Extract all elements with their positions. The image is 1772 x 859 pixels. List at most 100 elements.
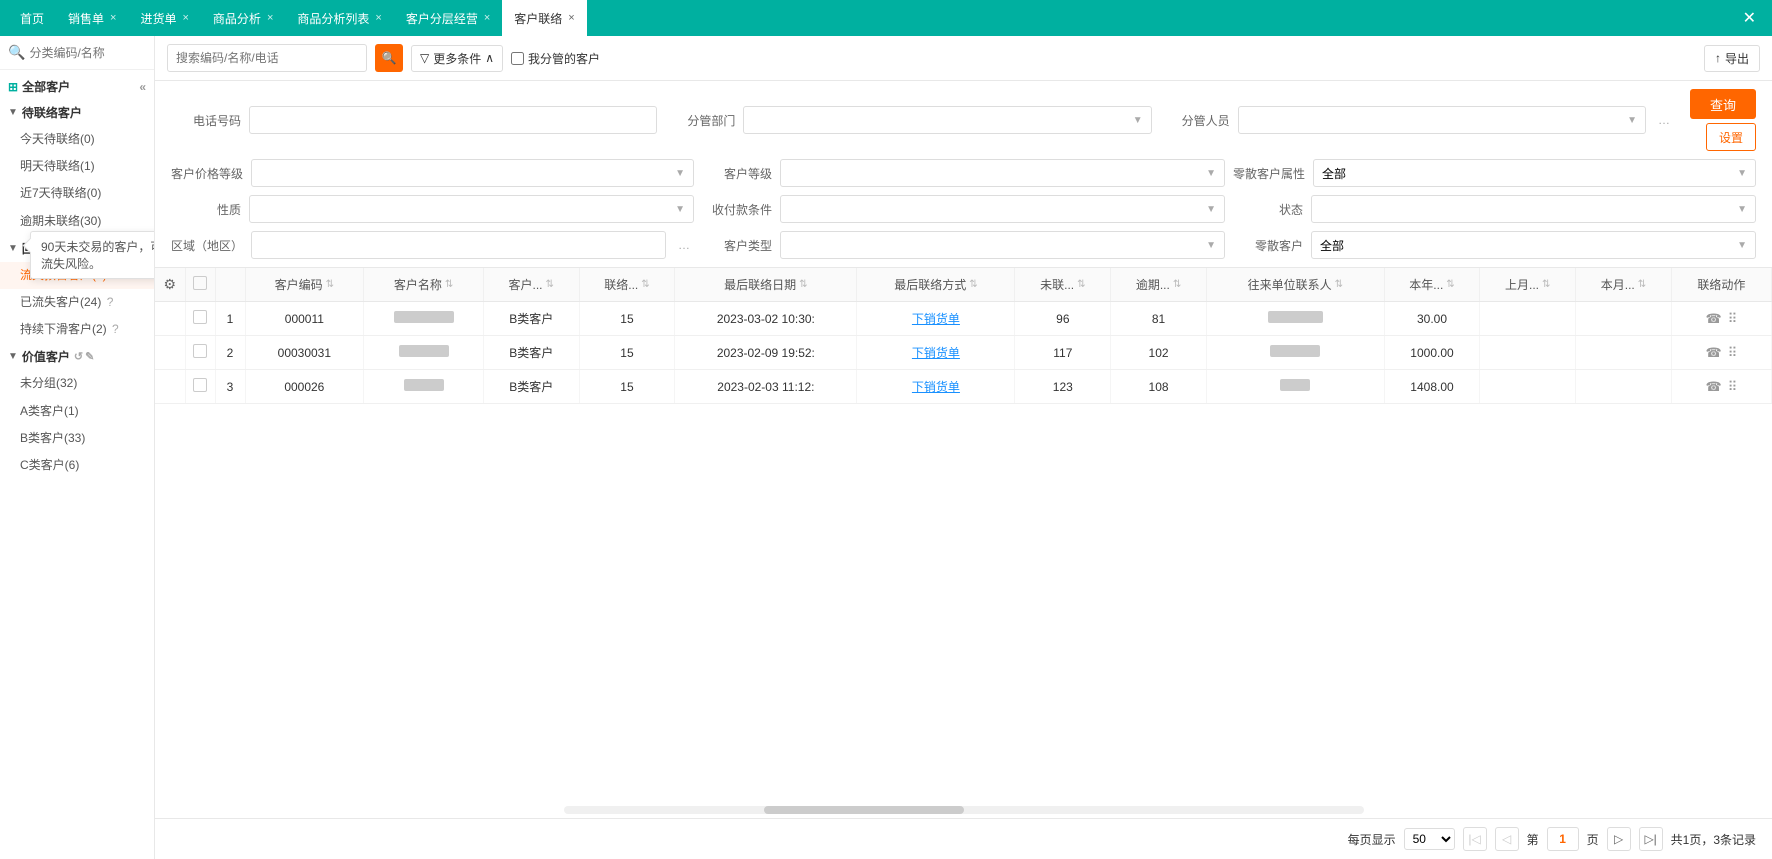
next-page-button[interactable]: ▷ — [1607, 827, 1631, 851]
th-code[interactable]: 客户编码 ⇅ — [245, 268, 364, 302]
price-level-select[interactable]: ▼ — [251, 159, 694, 187]
th-this-year[interactable]: 本年... ⇅ — [1384, 268, 1480, 302]
advanced-filter-panel: 电话号码 分管部门 ▼ 分管人员 ▼ … — [155, 81, 1772, 268]
th-not-contacted[interactable]: 未联... ⇅ — [1015, 268, 1111, 302]
main-search-button[interactable]: 🔍 — [375, 44, 403, 72]
sidebar-item-already-churned[interactable]: 已流失客户(24) ? — [0, 289, 154, 316]
row-checkbox-1[interactable] — [193, 344, 207, 358]
sidebar-collapse-button[interactable]: « — [139, 80, 146, 94]
zero-retail-select[interactable]: 全部 ▼ — [1311, 231, 1756, 259]
action-contact-icon-0[interactable]: ☎ — [1706, 311, 1722, 327]
nav-tab-purchase-close[interactable]: × — [182, 12, 188, 24]
th-overdue[interactable]: 逾期... ⇅ — [1111, 268, 1207, 302]
sidebar-item-class-b[interactable]: B类客户(33) — [0, 425, 154, 452]
nav-tab-customer-segment-close[interactable]: × — [484, 12, 490, 24]
nav-tab-product-analysis-list-close[interactable]: × — [375, 12, 381, 24]
action-contact-icon-2[interactable]: ☎ — [1706, 379, 1722, 395]
th-last-month[interactable]: 上月... ⇅ — [1480, 268, 1576, 302]
action-contact-icon-1[interactable]: ☎ — [1706, 345, 1722, 361]
refresh-icon[interactable]: ↺ — [74, 350, 83, 363]
th-unit-contacts[interactable]: 往来单位联系人 ⇅ — [1206, 268, 1384, 302]
nav-tab-product-analysis-close[interactable]: × — [267, 12, 273, 24]
export-button[interactable]: ↑ 导出 — [1704, 45, 1760, 72]
setting-button[interactable]: 设置 — [1706, 123, 1756, 151]
nav-tab-customer-contact-close[interactable]: × — [568, 12, 574, 24]
nav-tab-sales[interactable]: 销售单 × — [56, 0, 128, 36]
row-checkbox-2[interactable] — [193, 378, 207, 392]
nav-tab-product-analysis-list-label: 商品分析列表 — [297, 10, 369, 27]
nav-tab-product-analysis[interactable]: 商品分析 × — [201, 0, 285, 36]
th-checkbox — [185, 268, 215, 302]
action-more-icon-0[interactable]: ⠿ — [1728, 311, 1738, 327]
nav-tab-purchase[interactable]: 进货单 × — [128, 0, 200, 36]
main-search-input[interactable] — [167, 44, 367, 72]
horizontal-scroll-track[interactable] — [564, 806, 1364, 814]
sidebar-item-tomorrow-contact[interactable]: 明天待联络(1) — [0, 153, 154, 180]
row-checkbox-0[interactable] — [193, 310, 207, 324]
customer-level-select[interactable]: ▼ — [780, 159, 1225, 187]
th-name-sort-icon: ⇅ — [445, 279, 453, 290]
action-more-icon-1[interactable]: ⠿ — [1728, 345, 1738, 361]
th-last-contact-method-label: 最后联络方式 — [894, 276, 966, 293]
th-not-contacted-label: 未联... — [1040, 276, 1074, 293]
edit-icon[interactable]: ✎ — [85, 350, 94, 363]
manager-select[interactable]: ▼ — [1238, 106, 1646, 134]
contact-method-link-2[interactable]: 下销货单 — [912, 380, 960, 394]
gender-select[interactable]: ▼ — [249, 195, 694, 223]
nav-tab-sales-close[interactable]: × — [110, 12, 116, 24]
nav-tab-customer-contact[interactable]: 客户联络 × — [502, 0, 586, 36]
payment-terms-select[interactable]: ▼ — [780, 195, 1225, 223]
th-level[interactable]: 客户... ⇅ — [483, 268, 579, 302]
first-page-button[interactable]: |◁ — [1463, 827, 1487, 851]
contact-method-link-1[interactable]: 下销货单 — [912, 346, 960, 360]
sidebar-item-continuous-decline[interactable]: 持续下滑客户(2) ? — [0, 316, 154, 343]
th-name[interactable]: 客户名称 ⇅ — [364, 268, 484, 302]
sidebar-item-today-contact[interactable]: 今天待联络(0) — [0, 126, 154, 153]
status-select[interactable]: ▼ — [1311, 195, 1756, 223]
filter-field-customer-level: 客户等级 ▼ — [702, 159, 1225, 187]
sidebar-item-week-contact[interactable]: 近7天待联络(0) — [0, 180, 154, 207]
horizontal-scroll-thumb[interactable] — [764, 806, 964, 814]
region-select[interactable] — [251, 231, 666, 259]
my-customers-checkbox-label[interactable]: 我分管的客户 — [511, 50, 600, 67]
nav-tab-customer-segment[interactable]: 客户分层经营 × — [394, 0, 502, 36]
sidebar-item-class-a[interactable]: A类客户(1) — [0, 398, 154, 425]
zero-retail-attr-select[interactable]: 全部 ▼ — [1313, 159, 1756, 187]
sidebar-section-value-customers[interactable]: ▼ 价值客户 ↺ ✎ — [0, 343, 154, 370]
nav-tab-home[interactable]: 首页 — [8, 0, 56, 36]
header-checkbox[interactable] — [193, 276, 207, 290]
query-button[interactable]: 查询 — [1690, 89, 1756, 119]
more-conditions-button[interactable]: ▽ 更多条件 ∧ — [411, 45, 503, 72]
decline-help-icon: ? — [112, 322, 119, 336]
prev-page-button[interactable]: ◁ — [1495, 827, 1519, 851]
sidebar-search-input[interactable] — [29, 46, 155, 60]
sidebar-section-pending-contact[interactable]: ▼ 待联络客户 — [0, 99, 154, 126]
page-number-input[interactable] — [1547, 827, 1579, 851]
th-last-contact-method[interactable]: 最后联络方式 ⇅ — [857, 268, 1015, 302]
manager-label: 分管人员 — [1160, 112, 1230, 129]
cell-overdue-1: 102 — [1111, 336, 1207, 370]
my-customers-checkbox[interactable] — [511, 52, 524, 65]
th-this-month[interactable]: 本月... ⇅ — [1576, 268, 1672, 302]
sidebar-item-class-c[interactable]: C类客户(6) — [0, 452, 154, 479]
th-contact[interactable]: 联络... ⇅ — [579, 268, 675, 302]
phone-input[interactable] — [249, 106, 657, 134]
th-code-sort-icon: ⇅ — [326, 279, 334, 290]
window-close-button[interactable]: ✕ — [1735, 8, 1764, 28]
per-page-select[interactable]: 50 100 200 — [1404, 828, 1455, 850]
sidebar-item-unclassified[interactable]: 未分组(32) — [0, 370, 154, 397]
th-last-contact-date[interactable]: 最后联络日期 ⇅ — [675, 268, 857, 302]
per-page-label: 每页显示 — [1348, 831, 1396, 848]
nav-tab-customer-contact-label: 客户联络 — [514, 10, 562, 27]
last-page-button[interactable]: ▷| — [1639, 827, 1663, 851]
manager-more-dots[interactable]: … — [1654, 113, 1674, 127]
nav-tab-home-label: 首页 — [20, 10, 44, 27]
sidebar-all-customers-header[interactable]: ⊞ 全部客户 « — [0, 70, 154, 99]
region-more-dots[interactable]: … — [674, 238, 694, 252]
nav-tab-product-analysis-list[interactable]: 商品分析列表 × — [285, 0, 393, 36]
customer-type-select[interactable]: ▼ — [780, 231, 1225, 259]
contact-method-link-0[interactable]: 下销货单 — [912, 312, 960, 326]
action-more-icon-2[interactable]: ⠿ — [1728, 379, 1738, 395]
gear-icon[interactable]: ⚙ — [163, 276, 176, 292]
department-select[interactable]: ▼ — [743, 106, 1151, 134]
